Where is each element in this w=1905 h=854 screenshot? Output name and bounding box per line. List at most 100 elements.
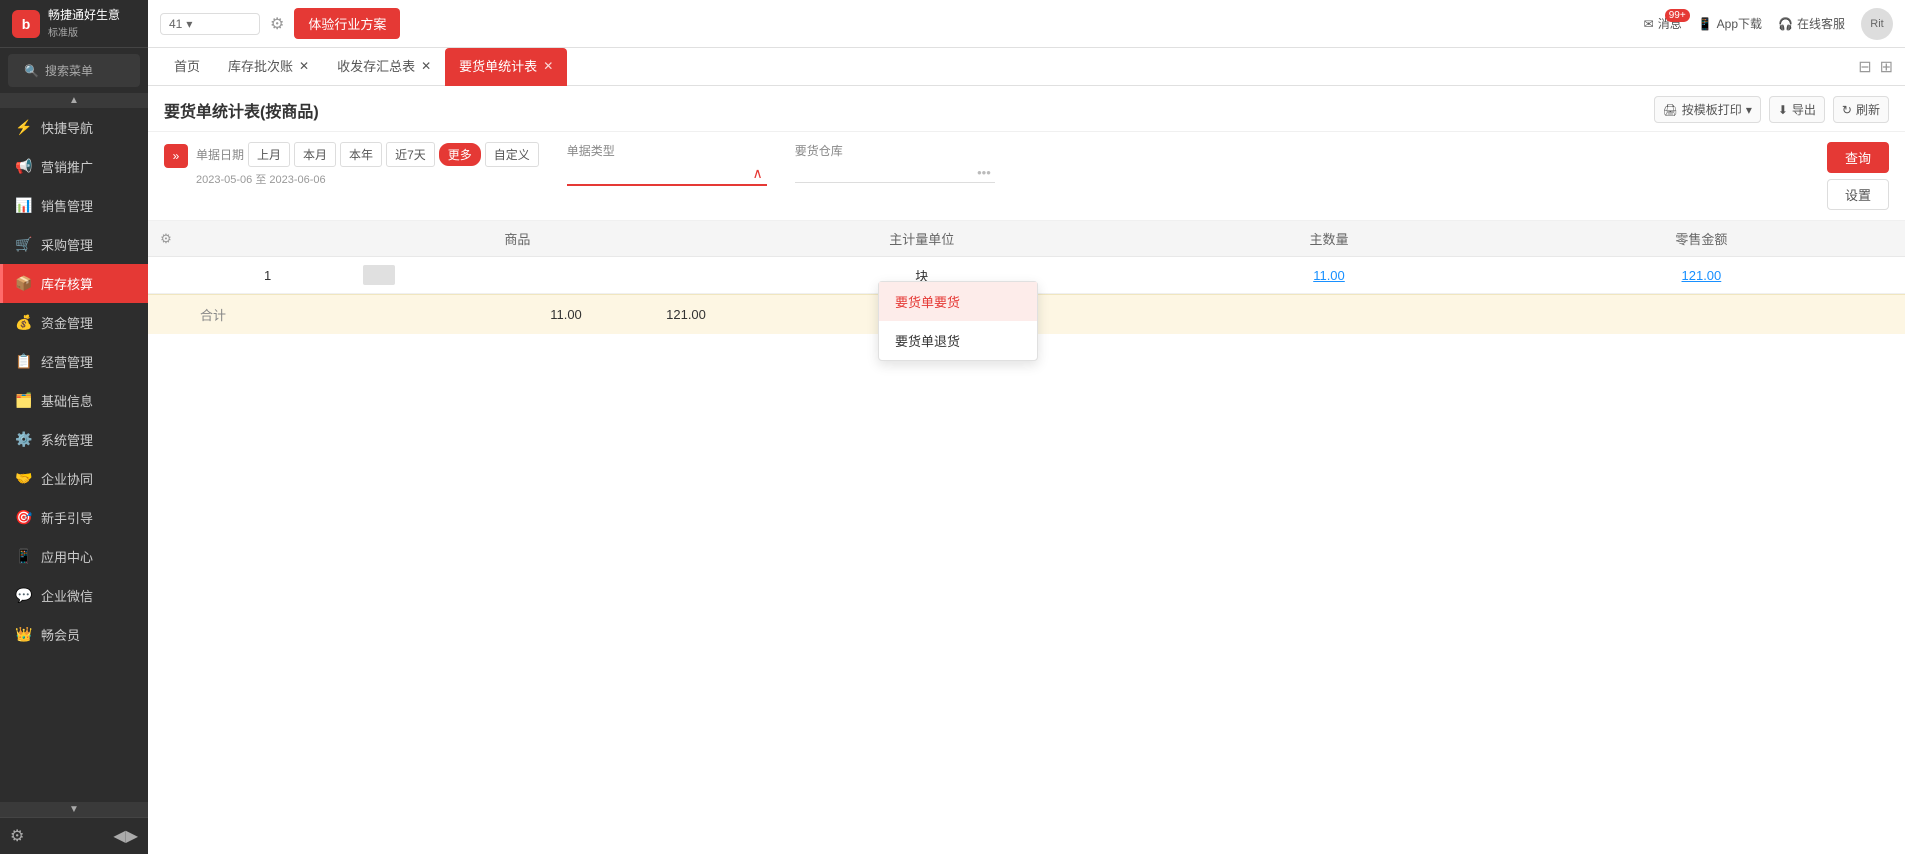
online-service-btn[interactable]: 🎧 在线客服 xyxy=(1778,15,1845,32)
tab-batch-account-close[interactable]: ✕ xyxy=(299,59,309,73)
refresh-btn[interactable]: ↻ 刷新 xyxy=(1833,96,1889,123)
table-settings-icon[interactable]: ⚙ xyxy=(160,231,172,246)
sidebar-nav: ⚡ 快捷导航 📢 营销推广 📊 销售管理 🛒 采购管理 📦 库存核算 💰 资金管… xyxy=(0,108,148,802)
tab-order-summary[interactable]: 要货单统计表 ✕ xyxy=(445,48,567,86)
tabs-bar: 首页 库存批次账 ✕ 收发存汇总表 ✕ 要货单统计表 ✕ ⊟ ⊞ xyxy=(148,48,1905,86)
tab-home[interactable]: 首页 xyxy=(160,48,214,86)
export-btn[interactable]: ⬇ 导出 xyxy=(1769,96,1825,123)
operation-icon: 📋 xyxy=(15,353,33,371)
col-seq-header xyxy=(184,221,351,257)
sidebar-search[interactable]: 🔍 搜索菜单 xyxy=(8,54,140,87)
sidebar-item-quick-nav[interactable]: ⚡ 快捷导航 xyxy=(0,108,148,147)
sidebar-item-operation[interactable]: 📋 经营管理 xyxy=(0,342,148,381)
sidebar-item-label: 新手引导 xyxy=(41,508,93,527)
col-settings-header: ⚙ xyxy=(148,221,184,257)
tab-receive-summary-label: 收发存汇总表 xyxy=(337,56,415,75)
sidebar-item-enterprise[interactable]: 🤝 企业协同 xyxy=(0,459,148,498)
user-avatar[interactable]: Rit xyxy=(1861,8,1893,40)
sidebar-item-purchase[interactable]: 🛒 采购管理 xyxy=(0,225,148,264)
service-icon: 🎧 xyxy=(1778,17,1793,31)
filter-expand-btn[interactable]: » xyxy=(164,144,188,168)
app-download-btn[interactable]: 📱 App下载 xyxy=(1698,15,1762,32)
tab-batch-account[interactable]: 库存批次账 ✕ xyxy=(214,48,323,86)
print-btn[interactable]: 🖨 按模板打印 ▾ xyxy=(1654,96,1761,123)
footer-values: 11.00 121.00 xyxy=(246,307,1889,322)
purchase-icon: 🛒 xyxy=(15,236,33,254)
company-selector-value: 41 xyxy=(169,17,182,31)
filter-settings-btn[interactable]: 设置 xyxy=(1827,179,1889,210)
tab-maximize-btn[interactable]: ⊞ xyxy=(1880,57,1893,77)
sidebar-item-system[interactable]: ⚙️ 系统管理 xyxy=(0,420,148,459)
dropdown-item-order[interactable]: 要货单要货 xyxy=(879,282,1037,321)
tab-minimize-btn[interactable]: ⊟ xyxy=(1858,57,1871,77)
system-icon: ⚙️ xyxy=(15,431,33,449)
sidebar-item-label: 资金管理 xyxy=(41,313,93,332)
filter-warehouse-group: 要货仓库 ••• xyxy=(795,142,995,183)
query-btn[interactable]: 查询 xyxy=(1827,142,1889,173)
tab-receive-summary[interactable]: 收发存汇总表 ✕ xyxy=(323,48,445,86)
sidebar-scroll-up[interactable]: ▲ xyxy=(0,93,148,108)
trial-btn[interactable]: 体验行业方案 xyxy=(294,8,400,39)
settings-icon[interactable]: ⚙ xyxy=(10,826,24,846)
sidebar-item-finance[interactable]: 💰 资金管理 xyxy=(0,303,148,342)
date-btn-more[interactable]: 更多 xyxy=(439,143,481,166)
sidebar-item-label: 系统管理 xyxy=(41,430,93,449)
sidebar-item-base[interactable]: 🗂️ 基础信息 xyxy=(0,381,148,420)
sidebar-item-guide[interactable]: 🎯 新手引导 xyxy=(0,498,148,537)
app-center-icon: 📱 xyxy=(15,548,33,566)
footer-label: 合计 xyxy=(164,305,226,324)
collapse-icon[interactable]: ◀▶ xyxy=(113,826,138,846)
expand-icon: » xyxy=(173,149,180,163)
inventory-icon: 📦 xyxy=(15,275,33,293)
search-icon: 🔍 xyxy=(24,64,39,78)
sidebar-item-label: 采购管理 xyxy=(41,235,93,254)
date-btn-last-month[interactable]: 上月 xyxy=(248,142,290,167)
member-icon: 👑 xyxy=(15,626,33,644)
print-dropdown-icon: ▾ xyxy=(1746,103,1752,117)
filter-bar: » 单据日期 上月 本月 本年 近7天 更多 自定义 2023-05-06 至 … xyxy=(148,132,1905,221)
date-btn-this-month[interactable]: 本月 xyxy=(294,142,336,167)
row-product-cell xyxy=(351,257,683,294)
message-badge[interactable]: ✉ 消息 99+ xyxy=(1644,15,1682,32)
dropdown-item-return[interactable]: 要货单退货 xyxy=(879,321,1037,360)
type-input[interactable] xyxy=(571,166,753,181)
date-btn-this-year[interactable]: 本年 xyxy=(340,142,382,167)
type-caret-icon[interactable]: ∧ xyxy=(753,165,763,182)
date-btn-custom[interactable]: 自定义 xyxy=(485,142,539,167)
app-logo-icon: b xyxy=(12,10,40,38)
sidebar-item-sales[interactable]: 📊 销售管理 xyxy=(0,186,148,225)
app-version: 标准版 xyxy=(48,24,120,39)
filter-type-group: 单据类型 ∧ xyxy=(567,142,767,186)
tab-receive-summary-close[interactable]: ✕ xyxy=(421,59,431,73)
sidebar-item-wechat[interactable]: 💬 企业微信 xyxy=(0,576,148,615)
topbar-gear-icon[interactable]: ⚙ xyxy=(270,14,284,34)
quick-nav-icon: ⚡ xyxy=(15,119,33,137)
sidebar-item-marketing[interactable]: 📢 营销推广 xyxy=(0,147,148,186)
sidebar-scroll-down[interactable]: ▼ xyxy=(0,802,148,817)
warehouse-select[interactable]: ••• xyxy=(795,163,995,183)
content-area: 要货单统计表(按商品) 🖨 按模板打印 ▾ ⬇ 导出 ↻ 刷新 xyxy=(148,86,1905,854)
tab-order-summary-close[interactable]: ✕ xyxy=(543,59,553,73)
row-settings-cell xyxy=(148,257,184,294)
warehouse-more-icon[interactable]: ••• xyxy=(977,165,991,180)
chevron-down-icon: ▾ xyxy=(186,17,192,31)
sidebar-item-label: 应用中心 xyxy=(41,547,93,566)
sidebar-bottom: ⚙ ◀▶ xyxy=(0,817,148,854)
tabs-actions: ⊟ ⊞ xyxy=(1858,57,1893,77)
sidebar-logo: b 畅捷通好生意 标准版 xyxy=(0,0,148,48)
sidebar-item-label: 企业微信 xyxy=(41,586,93,605)
finance-icon: 💰 xyxy=(15,314,33,332)
row-seq-cell: 1 xyxy=(184,257,351,294)
type-dropdown: 要货单要货 要货单退货 xyxy=(878,281,1038,361)
sidebar-item-member[interactable]: 👑 畅会员 xyxy=(0,615,148,654)
company-selector[interactable]: 41 ▾ xyxy=(160,13,260,35)
filter-actions: 查询 设置 xyxy=(1827,142,1889,210)
sidebar-item-app-center[interactable]: 📱 应用中心 xyxy=(0,537,148,576)
date-btn-7days[interactable]: 近7天 xyxy=(386,142,435,167)
sidebar-item-label: 经营管理 xyxy=(41,352,93,371)
sidebar-item-inventory[interactable]: 📦 库存核算 xyxy=(0,264,148,303)
type-select[interactable]: ∧ xyxy=(567,163,767,186)
refresh-label: 刷新 xyxy=(1856,101,1880,118)
col-amount-header: 零售金额 xyxy=(1498,221,1905,257)
refresh-icon: ↻ xyxy=(1842,103,1852,117)
